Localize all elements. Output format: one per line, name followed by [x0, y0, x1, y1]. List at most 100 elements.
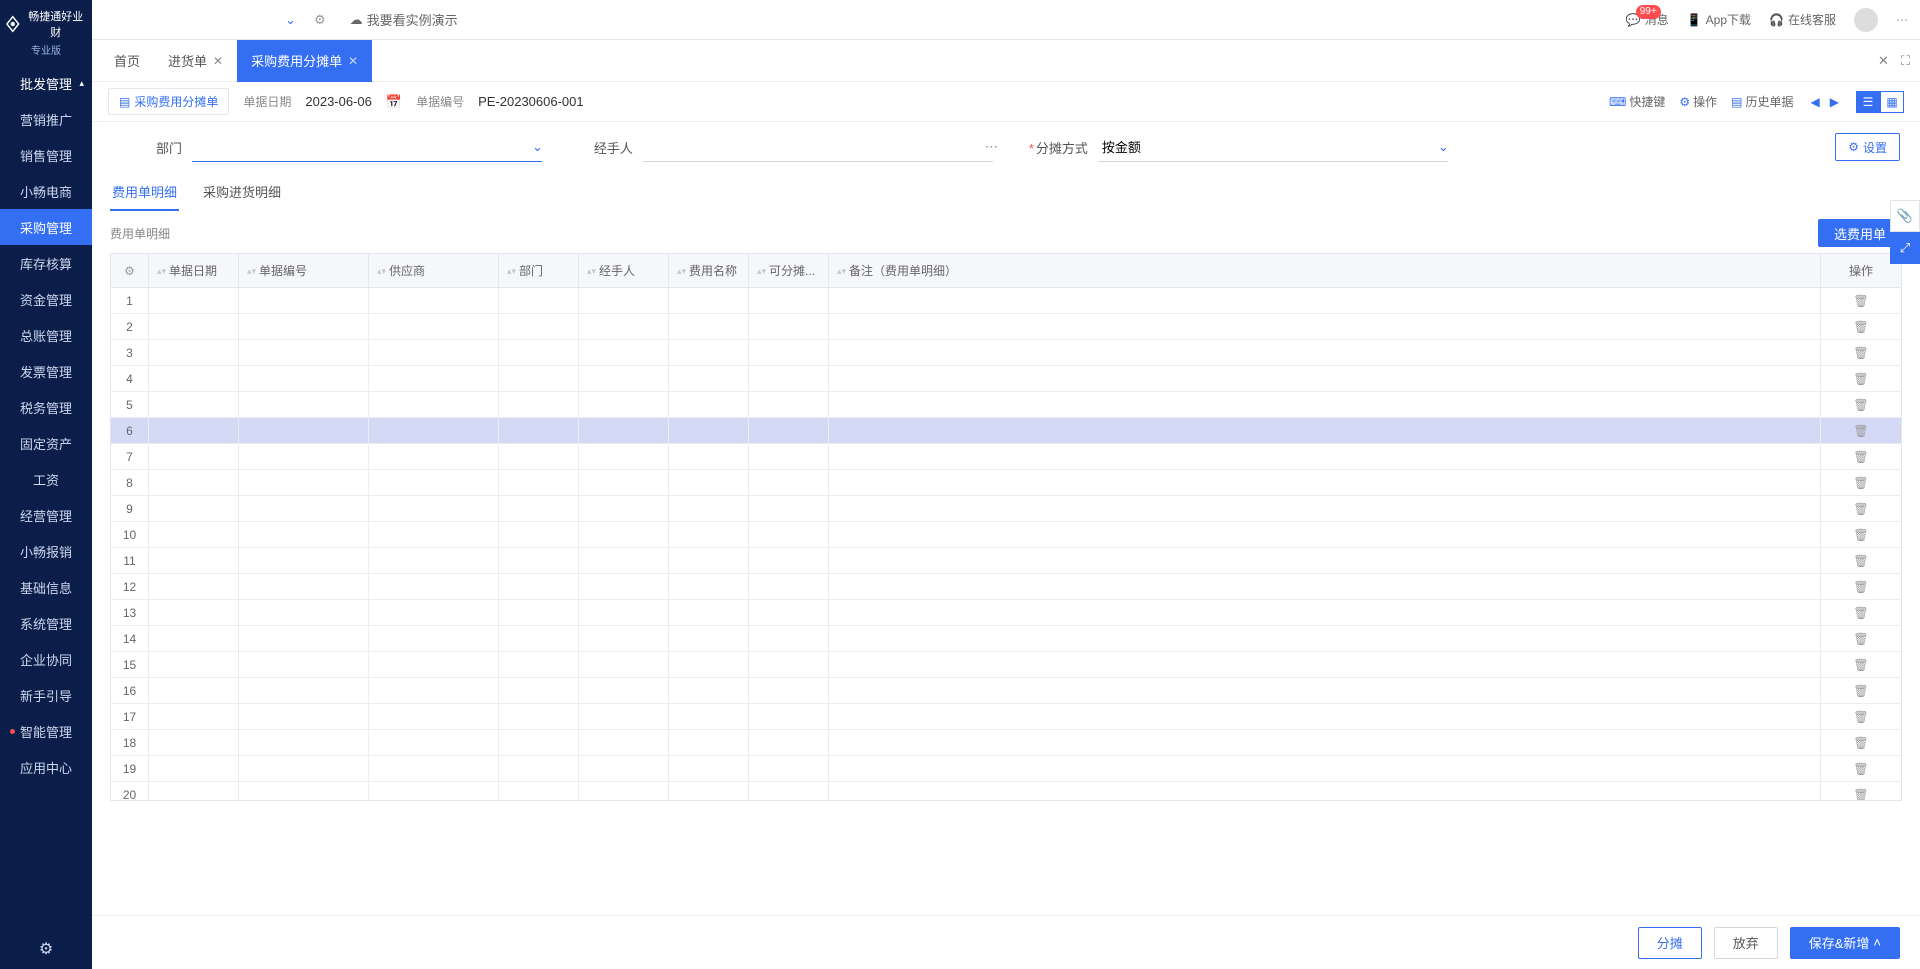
table-row[interactable]: 5🗑 [111, 392, 1901, 418]
attachment-tool[interactable]: 📎 [1890, 200, 1920, 232]
sidebar-item[interactable]: 固定资产 [0, 425, 92, 461]
allocate-button[interactable]: 分摊 [1638, 927, 1702, 959]
sidebar-item[interactable]: 小畅报销 [0, 533, 92, 569]
settings-button[interactable]: ⚙ 设置 [1835, 133, 1900, 161]
table-row[interactable]: 20🗑 [111, 782, 1901, 800]
table-row[interactable]: 11🗑 [111, 548, 1901, 574]
table-row[interactable]: 12🗑 [111, 574, 1901, 600]
th-feename[interactable]: ▴▾费用名称 [669, 254, 749, 287]
view-grid-button[interactable]: ▦ [1880, 91, 1904, 113]
avatar[interactable] [1854, 8, 1878, 32]
delete-icon[interactable]: 🗑 [1853, 632, 1868, 646]
th-dept[interactable]: ▴▾部门 [499, 254, 579, 287]
table-row[interactable]: 18🗑 [111, 730, 1901, 756]
table-row[interactable]: 2🗑 [111, 314, 1901, 340]
th-remark[interactable]: ▴▾备注（费用单明细） [829, 254, 1821, 287]
sidebar-item[interactable]: 营销推广 [0, 101, 92, 137]
sidebar-item[interactable]: 发票管理 [0, 353, 92, 389]
detail-tab[interactable]: 费用单明细 [110, 176, 179, 211]
org-selector[interactable]: ⌄ [104, 6, 304, 34]
sidebar-item[interactable]: 销售管理 [0, 137, 92, 173]
close-icon[interactable]: ✕ [348, 54, 358, 68]
delete-icon[interactable]: 🗑 [1853, 294, 1868, 308]
demo-link[interactable]: ☁ 我要看实例演示 [350, 10, 458, 29]
sidebar-item[interactable]: 企业协同 [0, 641, 92, 677]
sidebar-item[interactable]: 税务管理 [0, 389, 92, 425]
th-allocatable[interactable]: ▴▾可分摊... [749, 254, 829, 287]
delete-icon[interactable]: 🗑 [1853, 320, 1868, 334]
discard-button[interactable]: 放弃 [1714, 927, 1778, 959]
sidebar-item[interactable]: 新手引导 [0, 677, 92, 713]
sidebar-item[interactable]: 应用中心 [0, 749, 92, 785]
page-tab[interactable]: 进货单✕ [154, 40, 237, 82]
table-row[interactable]: 17🗑 [111, 704, 1901, 730]
page-tab[interactable]: 采购费用分摊单✕ [237, 40, 372, 82]
delete-icon[interactable]: 🗑 [1853, 424, 1868, 438]
delete-icon[interactable]: 🗑 [1853, 580, 1868, 594]
sidebar-item[interactable]: 小畅电商 [0, 173, 92, 209]
table-row[interactable]: 13🗑 [111, 600, 1901, 626]
next-doc-icon[interactable]: ▶ [1827, 95, 1842, 109]
th-number[interactable]: ▴▾单据编号 [239, 254, 369, 287]
sidebar-item[interactable]: 库存核算 [0, 245, 92, 281]
operate-link[interactable]: ⚙操作 [1679, 93, 1717, 110]
handler-input[interactable] [643, 132, 993, 162]
sidebar-section[interactable]: 批发管理 ▴ [0, 65, 92, 101]
delete-icon[interactable]: 🗑 [1853, 476, 1868, 490]
table-row[interactable]: 15🗑 [111, 652, 1901, 678]
sidebar-item[interactable]: 总账管理 [0, 317, 92, 353]
delete-icon[interactable]: 🗑 [1853, 346, 1868, 360]
table-row[interactable]: 1🗑 [111, 288, 1901, 314]
calendar-icon[interactable]: 📅 [386, 94, 402, 110]
table-row[interactable]: 7🗑 [111, 444, 1901, 470]
table-row[interactable]: 8🗑 [111, 470, 1901, 496]
delete-icon[interactable]: 🗑 [1853, 450, 1868, 464]
delete-icon[interactable]: 🗑 [1853, 372, 1868, 386]
th-date[interactable]: ▴▾单据日期 [149, 254, 239, 287]
delete-icon[interactable]: 🗑 [1853, 762, 1868, 776]
delete-icon[interactable]: 🗑 [1853, 502, 1868, 516]
delete-icon[interactable]: 🗑 [1853, 606, 1868, 620]
messages-link[interactable]: 99+ 💬 消息 [1626, 11, 1669, 28]
delete-icon[interactable]: 🗑 [1853, 554, 1868, 568]
delete-icon[interactable]: 🗑 [1853, 528, 1868, 542]
save-new-button[interactable]: 保存&新增 ˄ [1790, 927, 1900, 959]
user-more[interactable]: ⋯ [1896, 13, 1908, 27]
app-download-link[interactable]: 📱 App下载 [1687, 11, 1751, 28]
delete-icon[interactable]: 🗑 [1853, 788, 1868, 801]
th-supplier[interactable]: ▴▾供应商 [369, 254, 499, 287]
table-row[interactable]: 3🗑 [111, 340, 1901, 366]
th-gear[interactable]: ⚙ [111, 254, 149, 287]
table-row[interactable]: 10🗑 [111, 522, 1901, 548]
table-row[interactable]: 19🗑 [111, 756, 1901, 782]
expand-tool[interactable]: ⤢ [1890, 232, 1920, 264]
handler-picker-icon[interactable]: ⋯ [985, 139, 998, 155]
delete-icon[interactable]: 🗑 [1853, 710, 1868, 724]
sidebar-item[interactable]: 基础信息 [0, 569, 92, 605]
tab-fullscreen-icon[interactable]: ⛶ [1901, 53, 1910, 69]
delete-icon[interactable]: 🗑 [1853, 736, 1868, 750]
history-link[interactable]: ▤历史单据 [1731, 93, 1793, 110]
service-link[interactable]: 🎧 在线客服 [1769, 11, 1836, 28]
sidebar-item[interactable]: 采购管理 [0, 209, 92, 245]
shortcut-link[interactable]: ⌨快捷键 [1609, 93, 1665, 110]
table-row[interactable]: 14🗑 [111, 626, 1901, 652]
table-row[interactable]: 16🗑 [111, 678, 1901, 704]
prev-doc-icon[interactable]: ◀ [1808, 95, 1823, 109]
view-list-button[interactable]: ☰ [1856, 91, 1880, 113]
detail-tab[interactable]: 采购进货明细 [201, 176, 283, 211]
delete-icon[interactable]: 🗑 [1853, 684, 1868, 698]
topbar-gear-icon[interactable]: ⚙ [314, 12, 326, 28]
sidebar-settings-icon[interactable]: ⚙ [39, 941, 53, 958]
tab-close-all-icon[interactable]: ✕ [1878, 53, 1889, 69]
delete-icon[interactable]: 🗑 [1853, 658, 1868, 672]
delete-icon[interactable]: 🗑 [1853, 398, 1868, 412]
table-row[interactable]: 6🗑 [111, 418, 1901, 444]
page-tab[interactable]: 首页 [100, 40, 154, 82]
sidebar-item[interactable]: 系统管理 [0, 605, 92, 641]
method-input[interactable] [1098, 132, 1448, 162]
sidebar-item[interactable]: 智能管理 [0, 713, 92, 749]
sidebar-item[interactable]: 资金管理 [0, 281, 92, 317]
sidebar-item[interactable]: 工资 [0, 461, 92, 497]
doc-title-chip[interactable]: ▤ 采购费用分摊单 [108, 88, 229, 115]
